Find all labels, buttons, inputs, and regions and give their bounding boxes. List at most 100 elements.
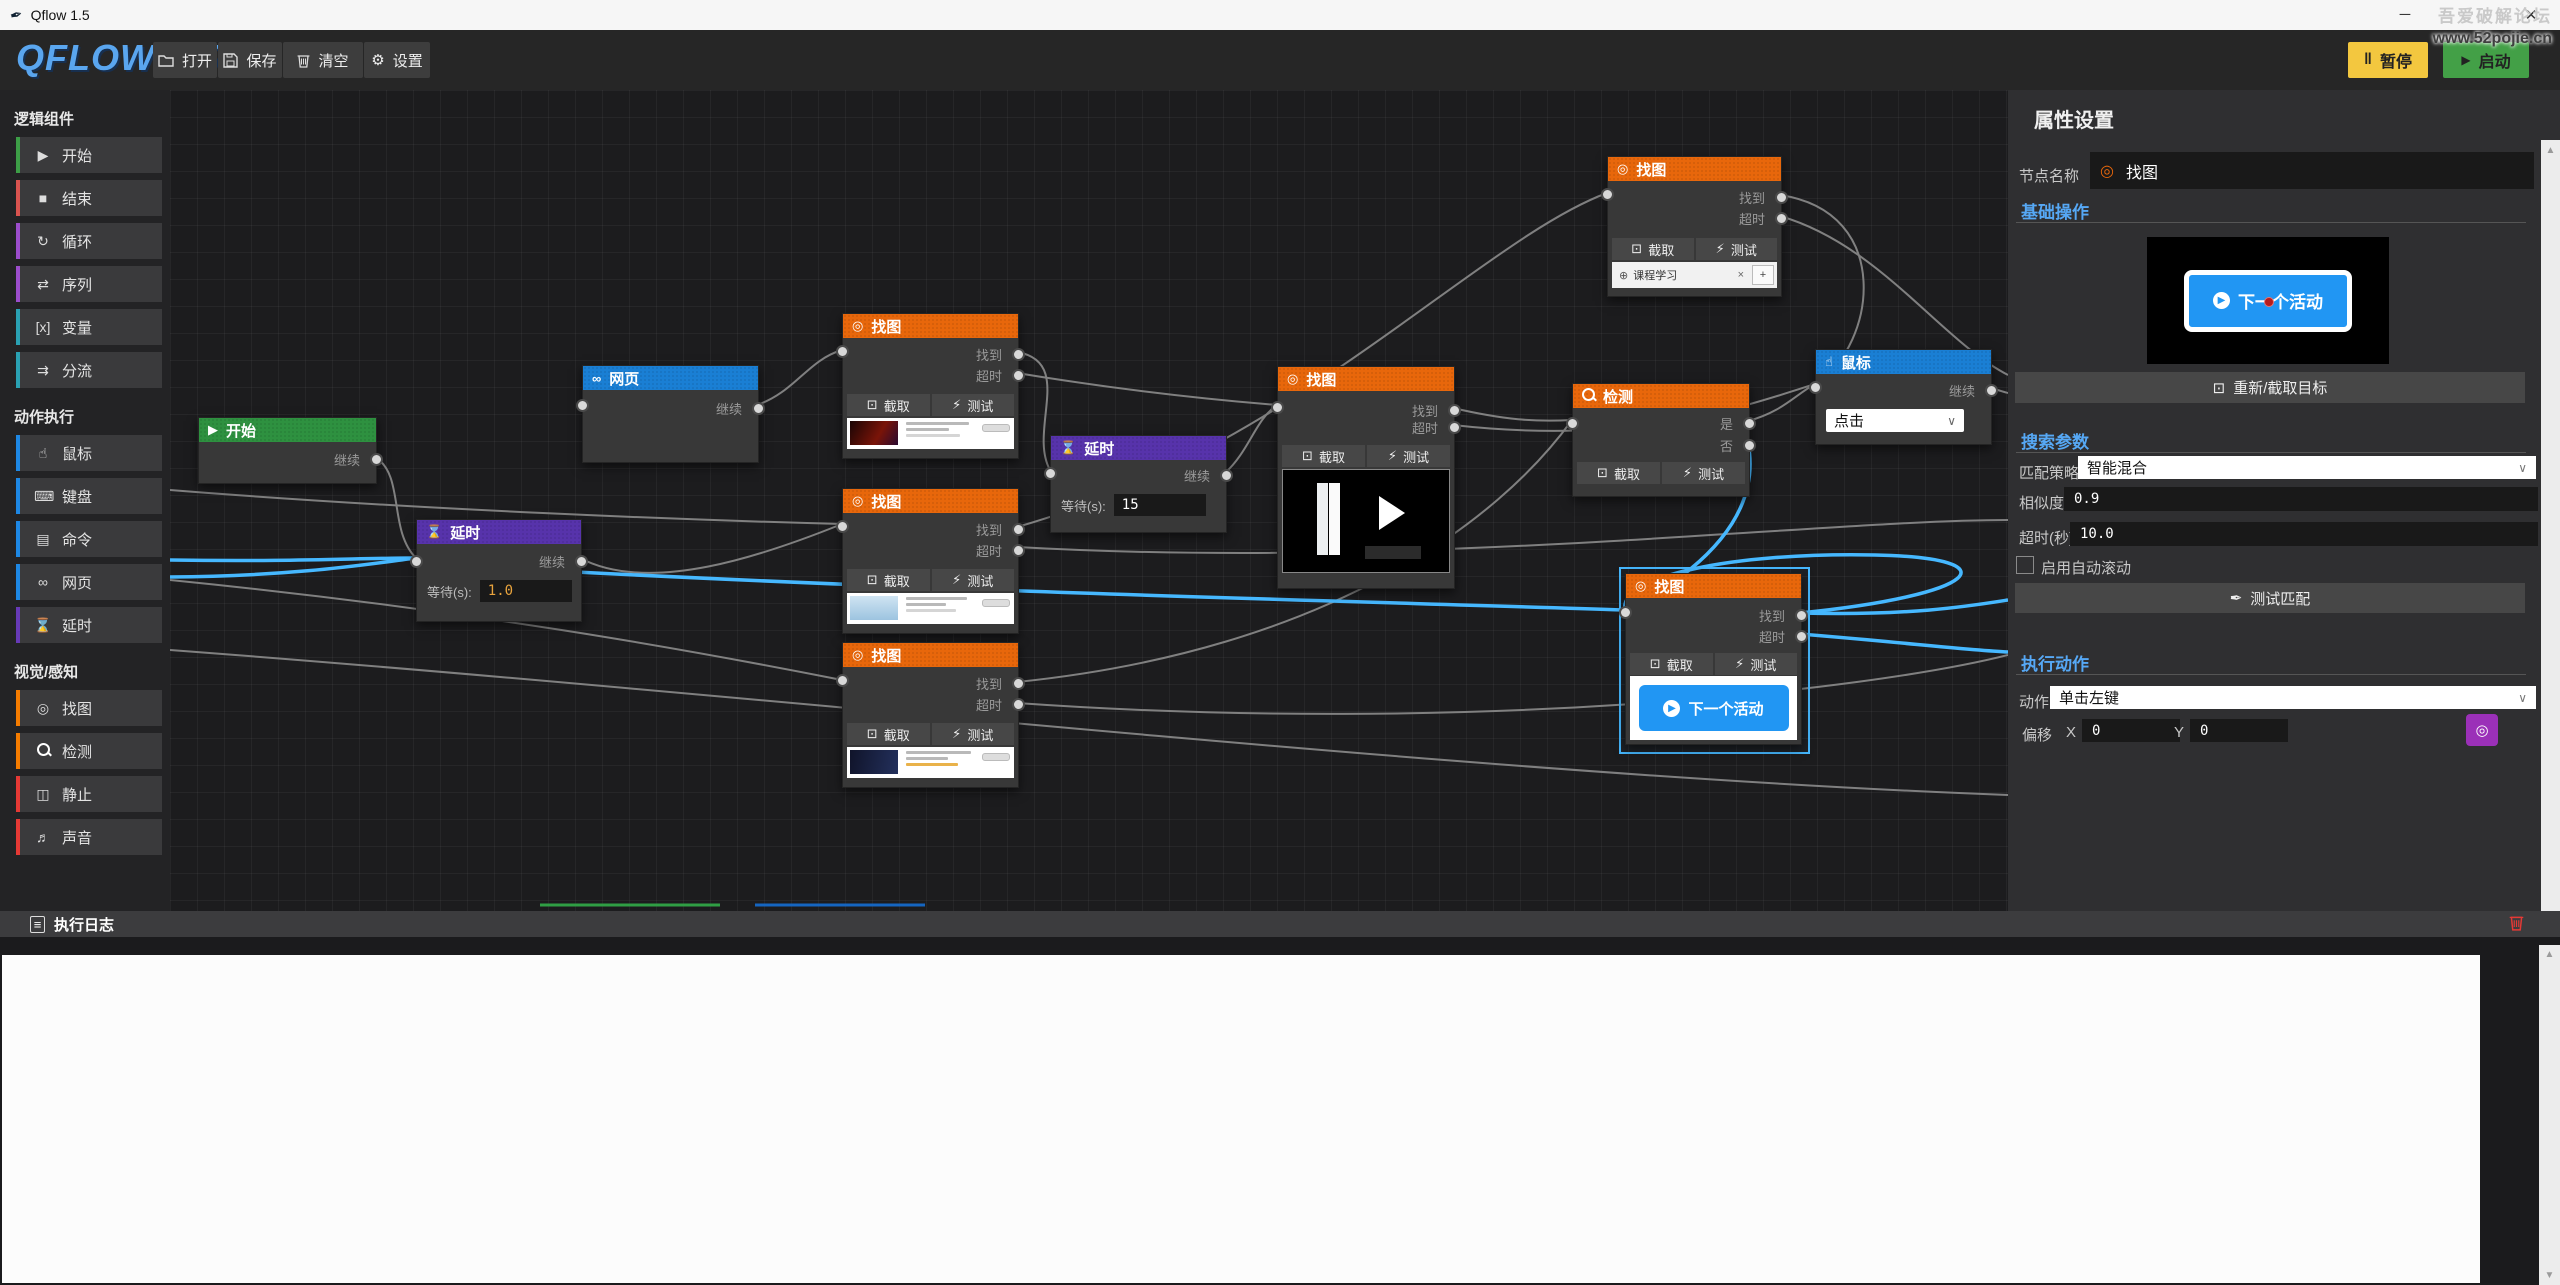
offset-y-input[interactable]: 0 xyxy=(2190,719,2288,742)
sidebar-item-delay[interactable]: ⌛ 延时 xyxy=(16,607,162,643)
node-detect[interactable]: 检测 是 否 ⊡ 截取 ⚡ 测试 xyxy=(1566,383,1756,497)
port-timeout[interactable] xyxy=(1012,544,1025,557)
test-button[interactable]: ⚡ 测试 xyxy=(931,569,1014,591)
browser-tab-thumbnail: ⊕ 课程学习 × + xyxy=(1612,262,1777,288)
pause-button[interactable]: ‖ 暂停 xyxy=(2348,42,2428,78)
port-found[interactable] xyxy=(1775,191,1788,204)
match-strategy-select[interactable]: 智能混合 ∨ xyxy=(2078,456,2536,479)
port-no[interactable] xyxy=(1743,439,1756,452)
port-in[interactable] xyxy=(576,399,589,412)
capture-button[interactable]: ⊡ 截取 xyxy=(847,394,930,416)
test-button[interactable]: ⚡ 测试 xyxy=(931,394,1014,416)
sidebar-item-branch[interactable]: ⇉ 分流 xyxy=(16,352,162,388)
capture-button[interactable]: ⊡ 截取 xyxy=(1630,653,1713,675)
wait-input[interactable]: 1.0 xyxy=(479,580,572,602)
clear-button[interactable]: 清空 xyxy=(283,42,363,78)
node-find-image-selected[interactable]: ◎ 找图 找到 超时 ⊡ 截取 ⚡ 测试 ▶ 下一个活动 xyxy=(1619,573,1808,745)
port-in[interactable] xyxy=(836,674,849,687)
open-button[interactable]: 打开 xyxy=(153,42,217,78)
panel-scrollbar[interactable]: ▲ xyxy=(2541,140,2560,911)
action-select[interactable]: 单击左键 ∨ xyxy=(2050,686,2536,709)
port-continue[interactable] xyxy=(1220,469,1233,482)
target-icon: ◎ xyxy=(2475,722,2489,739)
sidebar-item-mouse[interactable]: ☝ 鼠标 xyxy=(16,435,162,471)
port-in[interactable] xyxy=(1271,401,1284,414)
port-in[interactable] xyxy=(836,345,849,358)
port-in[interactable] xyxy=(1619,606,1632,619)
port-timeout[interactable] xyxy=(1012,369,1025,382)
capture-button[interactable]: ⊡ 截取 xyxy=(847,569,930,591)
port-in[interactable] xyxy=(1601,188,1614,201)
shuffle-icon: ⇄ xyxy=(37,275,49,292)
port-found[interactable] xyxy=(1795,609,1808,622)
port-timeout[interactable] xyxy=(1448,421,1461,434)
port-timeout[interactable] xyxy=(1012,698,1025,711)
test-button[interactable]: ⚡ 测试 xyxy=(1367,445,1450,467)
timeout-input[interactable]: 10.0 xyxy=(2070,522,2538,546)
test-button[interactable]: ⚡ 测试 xyxy=(1662,462,1745,484)
capture-button[interactable]: ⊡ 截取 xyxy=(1577,462,1660,484)
node-find-image-2[interactable]: ◎ 找图 找到 超时 ⊡ 截取 ⚡ 测试 xyxy=(836,488,1025,634)
node-canvas[interactable]: ▶ 开始 继续 ⌛ 延时 继续 等待(s): 1.0 ∞ 网页 继续 ◎ 找图 找到 超… xyxy=(170,90,2008,911)
port-in[interactable] xyxy=(1044,467,1057,480)
port-yes[interactable] xyxy=(1743,417,1756,430)
save-button[interactable]: 保存 xyxy=(218,42,282,78)
port-in[interactable] xyxy=(1809,381,1822,394)
node-delay-2[interactable]: ⌛ 延时 继续 等待(s): 15 xyxy=(1044,435,1233,533)
port-continue[interactable] xyxy=(575,555,588,568)
port-found[interactable] xyxy=(1012,677,1025,690)
port-continue[interactable] xyxy=(1985,384,1998,397)
minimize-button[interactable]: ─ xyxy=(2382,0,2428,29)
node-start[interactable]: ▶ 开始 继续 xyxy=(198,417,383,484)
node-find-image-1[interactable]: ◎ 找图 找到 超时 ⊡ 截取 ⚡ 测试 xyxy=(836,313,1025,459)
offset-x-input[interactable]: 0 xyxy=(2082,719,2180,742)
capture-button[interactable]: ⊡ 截取 xyxy=(1612,238,1694,260)
wait-input[interactable]: 15 xyxy=(1113,494,1206,516)
log-content[interactable] xyxy=(2,955,2480,1283)
sidebar-item-start[interactable]: ▶ 开始 xyxy=(16,137,162,173)
sidebar-item-sequence[interactable]: ⇄ 序列 xyxy=(16,266,162,302)
sidebar-item-find-image[interactable]: ◎ 找图 xyxy=(16,690,162,726)
port-in[interactable] xyxy=(1566,417,1579,430)
clear-log-button[interactable] xyxy=(2509,914,2524,935)
test-button[interactable]: ⚡ 测试 xyxy=(1695,238,1777,260)
sidebar-item-detect[interactable]: 检测 xyxy=(16,733,162,769)
port-continue[interactable] xyxy=(752,402,765,415)
sidebar-item-web[interactable]: ∞ 网页 xyxy=(16,564,162,600)
recapture-button[interactable]: ⊡ 重新/截取目标 xyxy=(2015,372,2525,403)
port-continue[interactable] xyxy=(370,453,383,466)
similarity-input[interactable]: 0.9 xyxy=(2064,487,2538,511)
test-button[interactable]: ⚡ 测试 xyxy=(931,723,1014,745)
node-delay-1[interactable]: ⌛ 延时 继续 等待(s): 1.0 xyxy=(410,519,588,622)
sidebar-item-still[interactable]: ◫ 静止 xyxy=(16,776,162,812)
sidebar-item-sound[interactable]: ♬ 声音 xyxy=(16,819,162,855)
node-find-image-tab[interactable]: ◎ 找图 找到 超时 ⊡ 截取 ⚡ 测试 ⊕ 课程学习 × + xyxy=(1601,156,1788,297)
capture-button[interactable]: ⊡ 截取 xyxy=(1282,445,1365,467)
settings-button[interactable]: ⚙ 设置 xyxy=(364,42,430,78)
node-find-image-3[interactable]: ◎ 找图 找到 超时 ⊡ 截取 ⚡ 测试 xyxy=(836,642,1025,788)
port-found[interactable] xyxy=(1012,348,1025,361)
mouse-action-select[interactable]: 点击 ∨ xyxy=(1826,409,1964,432)
node-name-input[interactable]: ◎ 找图 xyxy=(2090,152,2534,189)
log-scrollbar[interactable]: ▲ ▼ xyxy=(2539,945,2560,1285)
port-timeout[interactable] xyxy=(1775,212,1788,225)
node-find-image-video[interactable]: ◎ 找图 找到 超时 ⊡ 截取 ⚡ 测试 xyxy=(1271,366,1461,589)
port-in[interactable] xyxy=(410,555,423,568)
sidebar-item-loop[interactable]: ↻ 循环 xyxy=(16,223,162,259)
pick-target-button[interactable]: ◎ xyxy=(2466,714,2498,746)
sidebar-item-variable[interactable]: [x] 变量 xyxy=(16,309,162,345)
similarity-label: 相似度 xyxy=(2019,495,2065,512)
port-found[interactable] xyxy=(1448,404,1461,417)
sidebar-item-end[interactable]: ■ 结束 xyxy=(16,180,162,216)
test-button[interactable]: ⚡ 测试 xyxy=(1714,653,1797,675)
node-web[interactable]: ∞ 网页 继续 xyxy=(576,365,765,463)
autoscroll-checkbox[interactable] xyxy=(2016,556,2034,574)
port-found[interactable] xyxy=(1012,523,1025,536)
sidebar-item-command[interactable]: ▤ 命令 xyxy=(16,521,162,557)
node-mouse[interactable]: ☝ 鼠标 继续 点击 ∨ xyxy=(1809,349,1998,445)
sidebar-item-keyboard[interactable]: ⌨ 键盘 xyxy=(16,478,162,514)
port-in[interactable] xyxy=(836,520,849,533)
port-timeout[interactable] xyxy=(1795,630,1808,643)
capture-button[interactable]: ⊡ 截取 xyxy=(847,723,930,745)
test-match-button[interactable]: ✒ 测试匹配 xyxy=(2015,583,2525,613)
